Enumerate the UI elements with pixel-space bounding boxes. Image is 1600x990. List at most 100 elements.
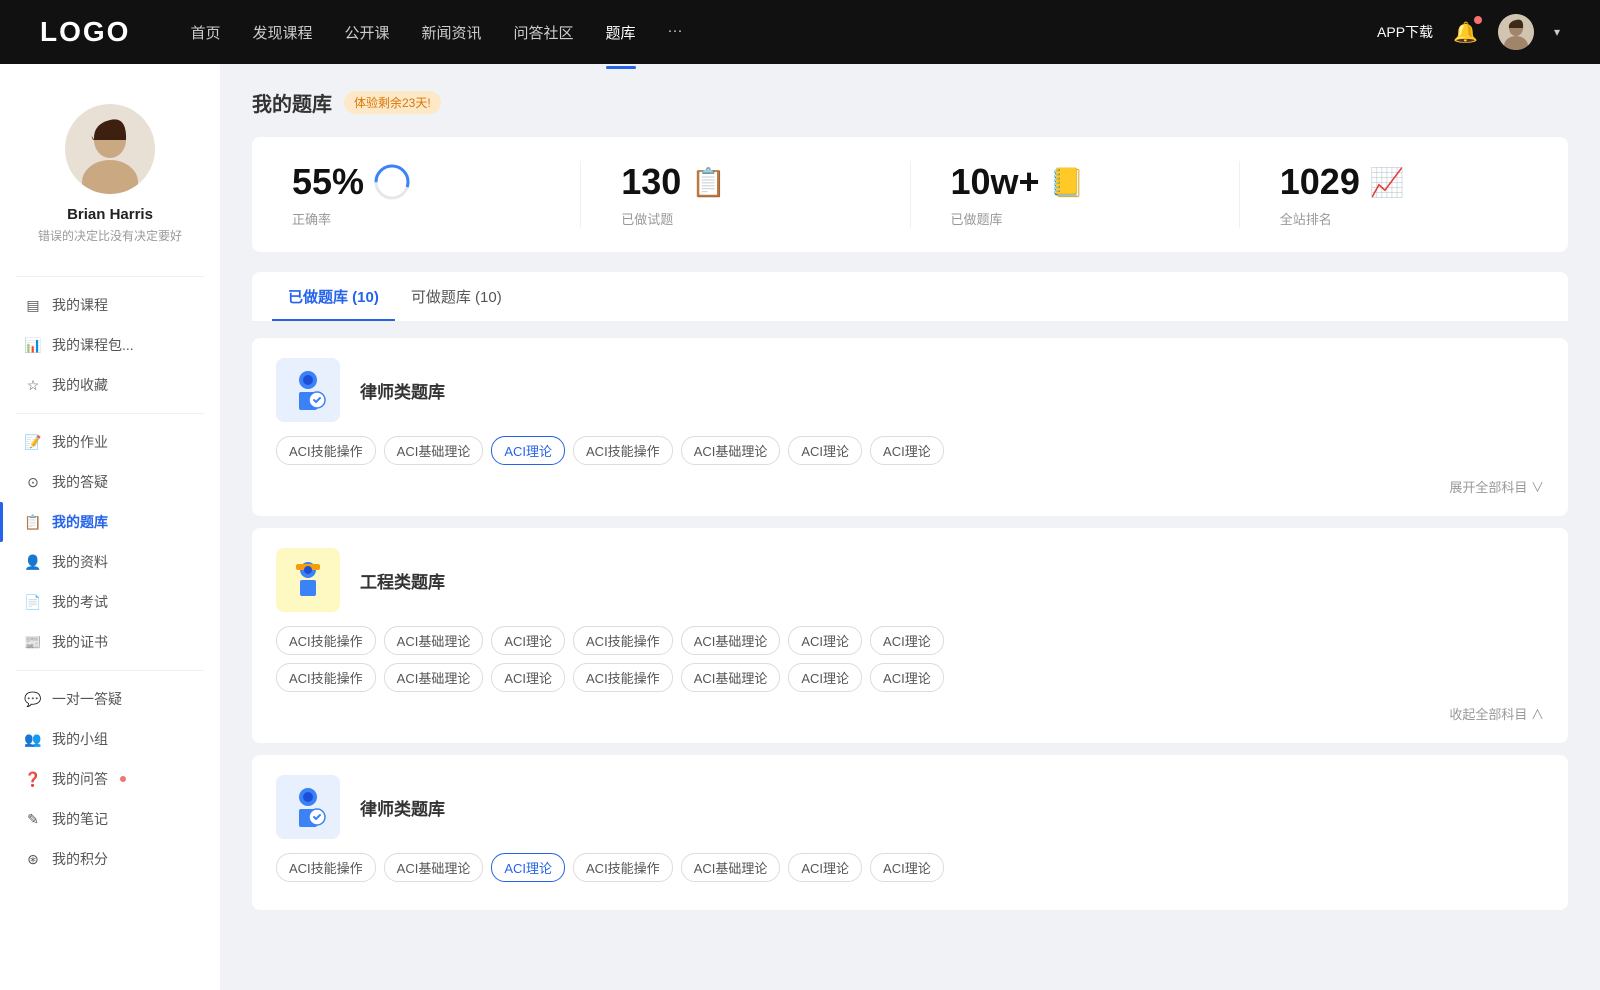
logo[interactable]: LOGO bbox=[40, 16, 130, 48]
subject-header-law-2: 律师类题库 bbox=[276, 775, 1544, 839]
subject-header-engineering: 工程类题库 bbox=[276, 548, 1544, 612]
notification-bell[interactable]: 🔔 bbox=[1453, 20, 1478, 45]
accuracy-chart-icon bbox=[374, 164, 410, 200]
tag-eng-r1-5[interactable]: ACI理论 bbox=[788, 626, 862, 655]
sidebar-divider-1 bbox=[16, 413, 204, 414]
sidebar-label-favorites: 我的收藏 bbox=[52, 375, 108, 395]
stat-done-questions-top: 130 📋 bbox=[621, 161, 726, 203]
tag-law1-3[interactable]: ACI技能操作 bbox=[573, 436, 673, 465]
user-avatar-nav[interactable] bbox=[1498, 14, 1534, 50]
lawyer-icon-1 bbox=[284, 366, 332, 414]
sidebar-item-data[interactable]: 👤 我的资料 bbox=[0, 542, 220, 582]
tag-eng-r2-0[interactable]: ACI技能操作 bbox=[276, 663, 376, 692]
bell-badge bbox=[1474, 16, 1482, 24]
sidebar-label-questions: 我的问答 bbox=[52, 769, 108, 789]
nav-link-qa[interactable]: 问答社区 bbox=[514, 18, 574, 47]
user-menu-chevron[interactable]: ▾ bbox=[1554, 25, 1560, 39]
sidebar-item-notes[interactable]: ✎ 我的笔记 bbox=[0, 799, 220, 839]
tag-eng-r2-6[interactable]: ACI理论 bbox=[870, 663, 944, 692]
sidebar-item-qa-ask[interactable]: ⊙ 我的答疑 bbox=[0, 462, 220, 502]
sidebar-item-bank[interactable]: 📋 我的题库 bbox=[0, 502, 220, 542]
engineer-icon bbox=[284, 556, 332, 604]
tag-law2-4[interactable]: ACI基础理论 bbox=[681, 853, 781, 882]
sidebar-label-notes: 我的笔记 bbox=[52, 809, 108, 829]
sidebar-item-favorites[interactable]: ☆ 我的收藏 bbox=[0, 365, 220, 405]
stat-rank-top: 1029 📈 bbox=[1280, 161, 1405, 203]
tags-row-law-2: ACI技能操作 ACI基础理论 ACI理论 ACI技能操作 ACI基础理论 AC… bbox=[276, 853, 1544, 882]
sidebar-item-points[interactable]: ⊛ 我的积分 bbox=[0, 839, 220, 879]
tag-law1-6[interactable]: ACI理论 bbox=[870, 436, 944, 465]
tab-done-banks[interactable]: 已做题库 (10) bbox=[272, 272, 395, 321]
nav-link-news[interactable]: 新闻资讯 bbox=[422, 18, 482, 47]
tag-eng-r2-1[interactable]: ACI基础理论 bbox=[384, 663, 484, 692]
nav-link-open[interactable]: 公开课 bbox=[344, 18, 389, 47]
homework-icon: 📝 bbox=[24, 434, 42, 451]
sidebar-label-certificate: 我的证书 bbox=[52, 632, 108, 652]
stat-accuracy: 55% 正确率 bbox=[252, 161, 581, 228]
sidebar-item-tutor[interactable]: 💬 一对一答疑 bbox=[0, 679, 220, 719]
tag-law1-2[interactable]: ACI理论 bbox=[491, 436, 565, 465]
qa-ask-icon: ⊙ bbox=[24, 474, 42, 491]
tag-eng-r2-5[interactable]: ACI理论 bbox=[788, 663, 862, 692]
tutor-icon: 💬 bbox=[24, 691, 42, 708]
bank-icon: 📋 bbox=[24, 514, 42, 531]
nav-link-home[interactable]: 首页 bbox=[190, 18, 220, 47]
tag-eng-r1-0[interactable]: ACI技能操作 bbox=[276, 626, 376, 655]
group-icon: 👥 bbox=[24, 731, 42, 748]
sidebar-label-bank: 我的题库 bbox=[52, 512, 108, 532]
sidebar-item-group[interactable]: 👥 我的小组 bbox=[0, 719, 220, 759]
tag-eng-r1-4[interactable]: ACI基础理论 bbox=[681, 626, 781, 655]
tag-law2-5[interactable]: ACI理论 bbox=[788, 853, 862, 882]
tag-eng-r1-6[interactable]: ACI理论 bbox=[870, 626, 944, 655]
tag-law1-0[interactable]: ACI技能操作 bbox=[276, 436, 376, 465]
tag-law2-3[interactable]: ACI技能操作 bbox=[573, 853, 673, 882]
tag-eng-r2-3[interactable]: ACI技能操作 bbox=[573, 663, 673, 692]
page-container: Brian Harris 错误的决定比没有决定要好 ▤ 我的课程 📊 我的课程包… bbox=[0, 64, 1600, 990]
user-profile: Brian Harris 错误的决定比没有决定要好 bbox=[0, 88, 220, 268]
subject-card-law-2: 律师类题库 ACI技能操作 ACI基础理论 ACI理论 ACI技能操作 ACI基… bbox=[252, 755, 1568, 910]
nav-link-more[interactable]: ··· bbox=[668, 18, 683, 47]
sidebar-item-exam[interactable]: 📄 我的考试 bbox=[0, 582, 220, 622]
subject-header-law-1: 律师类题库 bbox=[276, 358, 1544, 422]
tag-eng-r2-2[interactable]: ACI理论 bbox=[491, 663, 565, 692]
tag-eng-r1-3[interactable]: ACI技能操作 bbox=[573, 626, 673, 655]
sidebar: Brian Harris 错误的决定比没有决定要好 ▤ 我的课程 📊 我的课程包… bbox=[0, 64, 220, 990]
nav-link-discover[interactable]: 发现课程 bbox=[252, 18, 312, 47]
questions-list-icon: 📋 bbox=[691, 166, 726, 199]
subject-name-law-2: 律师类题库 bbox=[360, 795, 445, 820]
notes-icon: ✎ bbox=[24, 811, 42, 828]
tag-eng-r1-2[interactable]: ACI理论 bbox=[491, 626, 565, 655]
stat-done-questions: 130 📋 已做试题 bbox=[581, 161, 910, 228]
sidebar-label-courses: 我的课程 bbox=[52, 295, 108, 315]
expand-engineering[interactable]: 收起全部科目 ∧ bbox=[276, 700, 1544, 723]
tag-law1-4[interactable]: ACI基础理论 bbox=[681, 436, 781, 465]
tag-law1-5[interactable]: ACI理论 bbox=[788, 436, 862, 465]
tag-law2-1[interactable]: ACI基础理论 bbox=[384, 853, 484, 882]
app-download-button[interactable]: APP下载 bbox=[1377, 22, 1433, 42]
subject-icon-law-1 bbox=[276, 358, 340, 422]
tab-available-banks[interactable]: 可做题库 (10) bbox=[395, 272, 518, 321]
sidebar-item-packages[interactable]: 📊 我的课程包... bbox=[0, 325, 220, 365]
tag-eng-r1-1[interactable]: ACI基础理论 bbox=[384, 626, 484, 655]
questions-icon: ❓ bbox=[24, 771, 42, 788]
tag-law2-2[interactable]: ACI理论 bbox=[491, 853, 565, 882]
sidebar-label-homework: 我的作业 bbox=[52, 432, 108, 452]
bank-list-icon: 📒 bbox=[1050, 166, 1085, 199]
sidebar-label-data: 我的资料 bbox=[52, 552, 108, 572]
trial-badge: 体验剩余23天! bbox=[344, 91, 441, 114]
subject-card-engineering: 工程类题库 ACI技能操作 ACI基础理论 ACI理论 ACI技能操作 ACI基… bbox=[252, 528, 1568, 743]
sidebar-item-questions[interactable]: ❓ 我的问答 bbox=[0, 759, 220, 799]
sidebar-label-packages: 我的课程包... bbox=[52, 335, 134, 355]
tag-law2-6[interactable]: ACI理论 bbox=[870, 853, 944, 882]
tag-law1-1[interactable]: ACI基础理论 bbox=[384, 436, 484, 465]
sidebar-item-courses[interactable]: ▤ 我的课程 bbox=[0, 285, 220, 325]
stats-card: 55% 正确率 130 📋 已做试题 10w+ bbox=[252, 137, 1568, 252]
bell-icon: 🔔 bbox=[1453, 22, 1478, 44]
tag-law2-0[interactable]: ACI技能操作 bbox=[276, 853, 376, 882]
cards-area: 律师类题库 ACI技能操作 ACI基础理论 ACI理论 ACI技能操作 ACI基… bbox=[252, 338, 1568, 922]
tag-eng-r2-4[interactable]: ACI基础理论 bbox=[681, 663, 781, 692]
expand-law-1[interactable]: 展开全部科目 ∨ bbox=[276, 473, 1544, 496]
sidebar-item-certificate[interactable]: 📰 我的证书 bbox=[0, 622, 220, 662]
sidebar-item-homework[interactable]: 📝 我的作业 bbox=[0, 422, 220, 462]
nav-link-bank[interactable]: 题库 bbox=[606, 18, 636, 47]
